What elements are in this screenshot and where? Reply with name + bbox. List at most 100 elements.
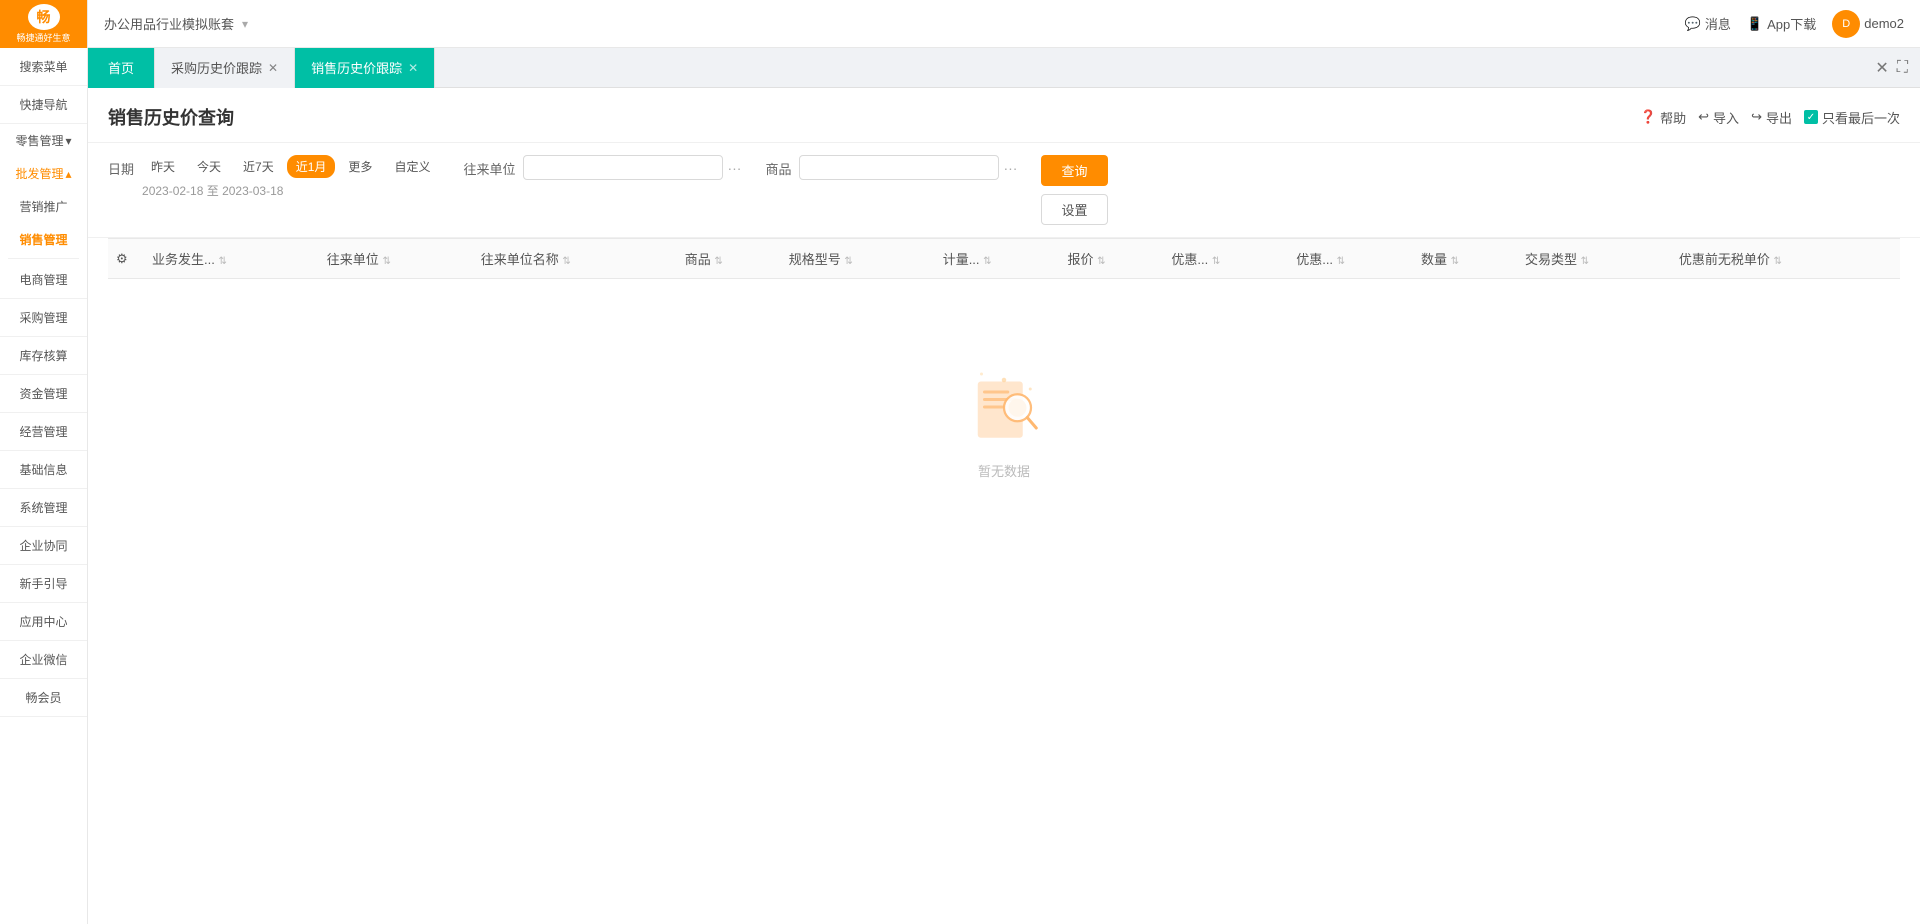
col-quantity[interactable]: 数量 ⇅ (1413, 239, 1517, 279)
expand-button[interactable]: ⛶ (1897, 59, 1908, 77)
sort-icon-unit: ⇅ (983, 256, 991, 267)
partner-picker-icon[interactable]: ··· (727, 160, 741, 176)
goods-input[interactable] (799, 155, 999, 180)
app-logo[interactable]: 畅 畅捷通好生意 (0, 0, 87, 48)
help-button[interactable]: ❓ 帮助 (1640, 108, 1686, 127)
col-quote[interactable]: 报价 ⇅ (1059, 239, 1163, 279)
sidebar-item-search[interactable]: 搜索菜单 (0, 48, 87, 86)
col-pretax-price[interactable]: 优惠前无税单价 ⇅ (1671, 239, 1900, 279)
query-actions: 查询 设置 (1041, 155, 1107, 225)
close-all-tabs-button[interactable]: ✕ (1875, 58, 1888, 78)
goods-picker-icon[interactable]: ··· (1003, 160, 1017, 176)
app-download-button[interactable]: 📱 App下载 (1747, 14, 1816, 33)
logo-icon: 畅 (28, 4, 60, 30)
message-icon: 💬 (1685, 16, 1701, 32)
user-profile-button[interactable]: D demo2 (1832, 10, 1904, 38)
sidebar-item-enterprise[interactable]: 企业协同 (0, 527, 87, 565)
sort-icon-partner-code: ⇅ (382, 256, 390, 267)
page-title: 销售历史价查询 (108, 104, 234, 130)
sidebar-item-sales[interactable]: 销售管理 (0, 223, 87, 256)
settings-icon: ⚙ (116, 251, 128, 266)
col-settings[interactable]: ⚙ (108, 239, 144, 279)
col-partner-code[interactable]: 往来单位 ⇅ (319, 239, 473, 279)
topbar-title: 办公用品行业模拟账套 (104, 14, 234, 33)
sidebar-item-marketing[interactable]: 营销推广 (0, 190, 87, 223)
header-actions: ❓ 帮助 ↩ 导入 ↪ 导出 ✓ 只看最后一次 (1640, 108, 1900, 127)
date-filter-label: 日期 (108, 155, 134, 178)
date-btn-more[interactable]: 更多 (339, 155, 381, 178)
partner-filter-label: 往来单位 (463, 155, 515, 178)
sidebar-item-ecommerce[interactable]: 电商管理 (0, 261, 87, 299)
tabs-right-controls: ✕ ⛶ (1875, 58, 1920, 78)
partner-input-group: ··· (523, 155, 741, 180)
topbar-right: 💬 消息 📱 App下载 D demo2 (1685, 10, 1904, 38)
date-range-text: 2023-02-18 至 2023-03-18 (142, 182, 439, 199)
date-filter-group: 日期 昨天 今天 近7天 近1月 更多 自定义 2023-02-18 至 202… (108, 155, 439, 199)
sidebar-item-wechat[interactable]: 企业微信 (0, 641, 87, 679)
export-button[interactable]: ↪ 导出 (1751, 108, 1792, 127)
sidebar-item-retail[interactable]: 零售管理 ▾ (0, 124, 87, 157)
sort-icon-partner-name: ⇅ (562, 256, 570, 267)
filter-bar: 日期 昨天 今天 近7天 近1月 更多 自定义 2023-02-18 至 202… (88, 143, 1920, 238)
tab-purchase-history[interactable]: 采购历史价跟踪 ✕ (155, 48, 295, 88)
sidebar: 畅 畅捷通好生意 搜索菜单 快捷导航 零售管理 ▾ 批发管理 ▴ 营销推广 销售… (0, 0, 88, 924)
sort-icon-business-date: ⇅ (218, 256, 226, 267)
sort-icon-pretax-price: ⇅ (1774, 256, 1782, 267)
date-option-buttons: 昨天 今天 近7天 近1月 更多 自定义 (142, 155, 439, 178)
sidebar-item-system[interactable]: 系统管理 (0, 489, 87, 527)
sort-icon-discount2: ⇅ (1337, 256, 1345, 267)
empty-state: 暂无数据 (88, 279, 1920, 560)
partner-input[interactable] (523, 155, 723, 180)
only-last-checkbox-label[interactable]: ✓ 只看最后一次 (1804, 108, 1900, 127)
topbar-chevron-icon[interactable]: ▾ (242, 17, 248, 31)
col-discount2[interactable]: 优惠... ⇅ (1288, 239, 1413, 279)
date-btn-1month[interactable]: 近1月 (287, 155, 336, 178)
goods-input-group: ··· (799, 155, 1017, 180)
settings-button[interactable]: 设置 (1041, 194, 1107, 225)
col-partner-name[interactable]: 往来单位名称 ⇅ (473, 239, 677, 279)
import-button[interactable]: ↩ 导入 (1698, 108, 1739, 127)
sidebar-item-purchase[interactable]: 采购管理 (0, 299, 87, 337)
tabs-bar: 首页 采购历史价跟踪 ✕ 销售历史价跟踪 ✕ ✕ ⛶ (88, 48, 1920, 88)
date-btn-custom[interactable]: 自定义 (385, 155, 439, 178)
sidebar-item-operation[interactable]: 经营管理 (0, 413, 87, 451)
tab-home[interactable]: 首页 (88, 48, 155, 88)
sidebar-item-shortcut[interactable]: 快捷导航 (0, 86, 87, 124)
query-button[interactable]: 查询 (1041, 155, 1107, 186)
sort-icon-spec: ⇅ (844, 256, 852, 267)
sidebar-item-apps[interactable]: 应用中心 (0, 603, 87, 641)
sidebar-item-wholesale[interactable]: 批发管理 ▴ (0, 157, 87, 190)
page-header: 销售历史价查询 ❓ 帮助 ↩ 导入 ↪ 导出 ✓ 只看最后一次 (88, 88, 1920, 143)
sidebar-item-basic[interactable]: 基础信息 (0, 451, 87, 489)
goods-filter-label: 商品 (765, 155, 791, 178)
sort-icon-trade-type: ⇅ (1581, 256, 1589, 267)
table-header: ⚙ 业务发生... ⇅ 往来单位 ⇅ 往来单位名称 ⇅ (108, 239, 1900, 279)
date-filter-options: 昨天 今天 近7天 近1月 更多 自定义 2023-02-18 至 2023-0… (142, 155, 439, 199)
col-goods[interactable]: 商品 ⇅ (677, 239, 781, 279)
empty-illustration (959, 359, 1049, 449)
sidebar-item-member[interactable]: 畅会员 (0, 679, 87, 717)
sidebar-item-finance[interactable]: 资金管理 (0, 375, 87, 413)
sidebar-item-inventory[interactable]: 库存核算 (0, 337, 87, 375)
sidebar-item-newbie[interactable]: 新手引导 (0, 565, 87, 603)
avatar: D (1832, 10, 1860, 38)
sort-icon-discount1: ⇅ (1212, 256, 1220, 267)
date-btn-today[interactable]: 今天 (188, 155, 230, 178)
col-discount1[interactable]: 优惠... ⇅ (1163, 239, 1288, 279)
sort-icon-quantity: ⇅ (1451, 256, 1459, 267)
tab-sales-history[interactable]: 销售历史价跟踪 ✕ (295, 48, 435, 88)
col-spec[interactable]: 规格型号 ⇅ (781, 239, 935, 279)
main-area: 办公用品行业模拟账套 ▾ 💬 消息 📱 App下载 D demo2 首页 采购历… (88, 0, 1920, 924)
message-button[interactable]: 💬 消息 (1685, 14, 1731, 33)
col-unit[interactable]: 计量... ⇅ (935, 239, 1060, 279)
close-tab-sales-icon[interactable]: ✕ (408, 61, 418, 75)
col-business-date[interactable]: 业务发生... ⇅ (144, 239, 319, 279)
goods-filter-group: 商品 ··· (765, 155, 1017, 180)
chevron-down-icon: ▾ (65, 134, 71, 148)
date-btn-yesterday[interactable]: 昨天 (142, 155, 184, 178)
close-tab-purchase-icon[interactable]: ✕ (268, 61, 278, 75)
col-trade-type[interactable]: 交易类型 ⇅ (1517, 239, 1671, 279)
date-btn-7days[interactable]: 近7天 (234, 155, 283, 178)
import-icon: ↩ (1698, 109, 1709, 125)
download-icon: 📱 (1747, 16, 1763, 32)
